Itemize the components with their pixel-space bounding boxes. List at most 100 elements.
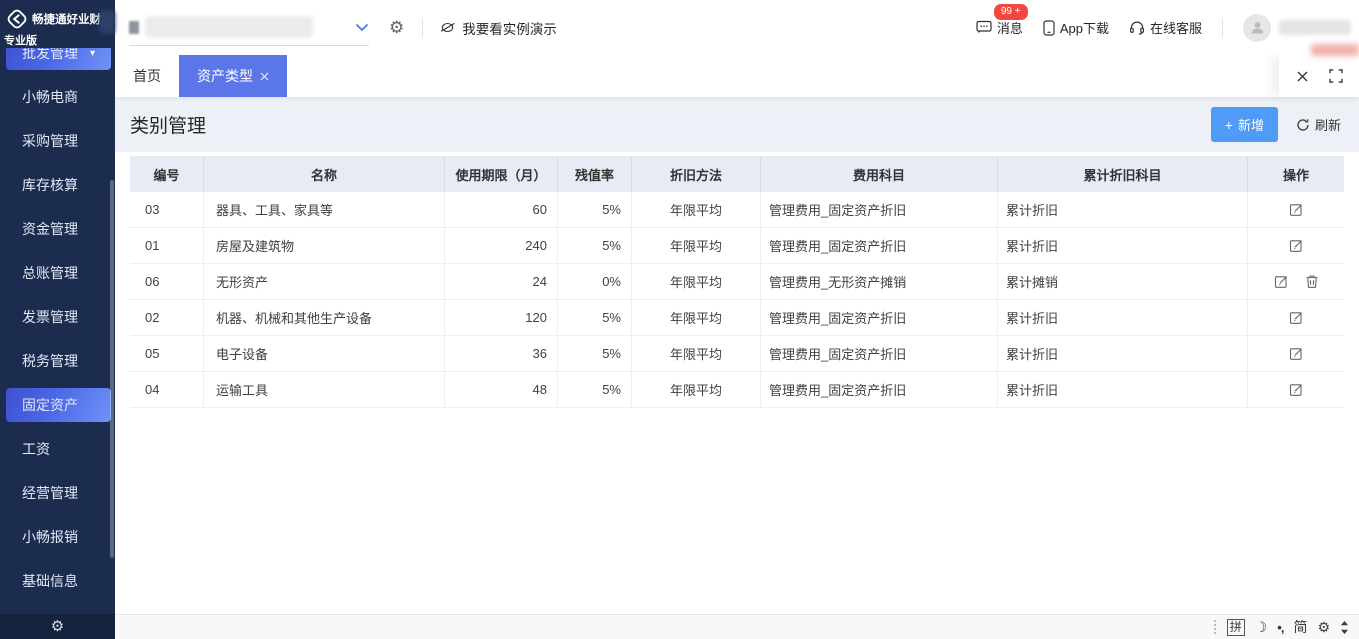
- refresh-button-label: 刷新: [1314, 118, 1341, 133]
- sidebar-item-label: 资金管理: [22, 221, 78, 237]
- sidebar-item-label: 库存核算: [22, 177, 78, 193]
- column-header: 累计折旧科目: [998, 156, 1248, 192]
- sidebar-item-label: 总账管理: [22, 265, 78, 281]
- ime-halfwidth-moon-icon[interactable]: ☽: [1255, 620, 1268, 634]
- cell-actions: [1248, 336, 1344, 371]
- cell-name: 房屋及建筑物: [204, 228, 445, 263]
- online-service-label: 在线客服: [1149, 21, 1202, 36]
- tab-close-icon[interactable]: [260, 72, 269, 81]
- cell-method: 年限平均: [632, 336, 761, 371]
- sidebar-item-label: 经营管理: [22, 485, 78, 501]
- sidebar-item[interactable]: 工资: [0, 427, 115, 471]
- org-selector[interactable]: [129, 10, 369, 46]
- sidebar-item[interactable]: 基础信息: [0, 559, 115, 603]
- ime-toolbar: 拼 ☽ •, 简 ⚙: [1213, 618, 1349, 636]
- sidebar-item[interactable]: 税务管理: [0, 339, 115, 383]
- refresh-icon: [1296, 118, 1310, 132]
- cell-method: 年限平均: [632, 192, 761, 227]
- sidebar-item[interactable]: 小畅报销: [0, 515, 115, 559]
- edit-icon[interactable]: [1274, 274, 1289, 289]
- ime-drag-handle[interactable]: [1213, 620, 1217, 634]
- divider: [422, 17, 424, 38]
- phone-icon: [1043, 19, 1055, 36]
- brand-edition: 专业版: [4, 35, 37, 47]
- plus-icon: +: [1224, 116, 1233, 133]
- ime-punctuation-icon[interactable]: •,: [1277, 620, 1284, 635]
- edit-icon[interactable]: [1289, 310, 1304, 325]
- messages-link[interactable]: 99 + 消息: [976, 2, 1030, 37]
- table-row: 06 无形资产 24 0% 年限平均 管理费用_无形资产摊销 累计摊销: [130, 264, 1344, 300]
- tab-label: 首页: [133, 68, 161, 84]
- table-row: 02 机器、机械和其他生产设备 120 5% 年限平均 管理费用_固定资产折旧 累计折旧: [130, 300, 1344, 336]
- refresh-button[interactable]: 刷新: [1296, 115, 1341, 134]
- sidebar-item-label: 税务管理: [22, 353, 78, 369]
- cell-rate: 5%: [558, 336, 632, 371]
- sidebar-settings-gear-icon[interactable]: ⚙: [51, 619, 64, 634]
- chevron-down-icon[interactable]: [355, 23, 369, 32]
- sidebar-menu: 批发管理 ▾ 小畅电商 采购管理 库存核算 资金管理 总账管理 发票管理 税务管理 固定资产 工资经…: [0, 31, 115, 603]
- cell-expense: 管理费用_固定资产折旧: [761, 336, 998, 371]
- ime-pinyin-indicator[interactable]: 拼: [1226, 618, 1245, 636]
- user-menu[interactable]: [1243, 13, 1351, 42]
- cell-actions: [1248, 372, 1344, 407]
- cell-months: 24: [445, 264, 558, 299]
- add-button-label: 新增: [1237, 118, 1264, 133]
- sidebar-item[interactable]: 库存核算: [0, 163, 115, 207]
- cell-method: 年限平均: [632, 300, 761, 335]
- sidebar-item[interactable]: 经营管理: [0, 471, 115, 515]
- column-header: 操作: [1282, 167, 1309, 183]
- cell-code: 05: [130, 336, 204, 371]
- ime-expand-collapse-icon[interactable]: [1340, 620, 1349, 634]
- cell-method: 年限平均: [632, 264, 761, 299]
- fullscreen-icon[interactable]: [1328, 69, 1343, 83]
- edit-icon[interactable]: [1289, 382, 1304, 397]
- sidebar-item-label: 小畅报销: [22, 529, 78, 545]
- sidebar-item-label: 固定资产: [22, 397, 78, 413]
- sidebar-item[interactable]: 总账管理: [0, 251, 115, 295]
- edit-icon[interactable]: [1289, 202, 1304, 217]
- table-body: 03 器具、工具、家具等 60 5% 年限平均 管理费用_固定资产折旧 累计折旧 01 房屋及建…: [130, 192, 1344, 408]
- message-bubble-icon: [976, 20, 992, 35]
- demo-link[interactable]: 我要看实例演示: [439, 18, 557, 38]
- cell-months: 60: [445, 192, 558, 227]
- cell-rate: 0%: [558, 264, 632, 299]
- sidebar-item[interactable]: 发票管理: [0, 295, 115, 339]
- cell-actions: [1248, 228, 1344, 263]
- edit-icon[interactable]: [1289, 238, 1304, 253]
- cell-name: 器具、工具、家具等: [204, 192, 445, 227]
- sidebar-item-label: 基础信息: [22, 573, 78, 589]
- cell-code: 02: [130, 300, 204, 335]
- cell-expense: 管理费用_固定资产折旧: [761, 300, 998, 335]
- online-service-link[interactable]: 在线客服: [1129, 18, 1202, 37]
- content-area: 编号 名称 使用期限（月） 残值率 折旧方法 费用科目 累计折旧科目 操作 03 器具、工具、家…: [115, 152, 1359, 614]
- sidebar-item[interactable]: 小畅电商: [0, 75, 115, 119]
- sidebar-item-active[interactable]: 固定资产: [0, 383, 115, 427]
- bottom-bar: 拼 ☽ •, 简 ⚙: [115, 614, 1359, 639]
- app-window: 畅捷通好业财 专业版 批发管理 ▾ 小畅电商 采购管理 库存核算 资金管理 总账管理 发票管理…: [0, 0, 1359, 639]
- sidebar-item-label: 采购管理: [22, 133, 78, 149]
- ime-simplified-indicator[interactable]: 简: [1293, 620, 1307, 634]
- redaction-blur: [1311, 44, 1359, 56]
- sidebar-item[interactable]: 采购管理: [0, 119, 115, 163]
- settings-gear-icon[interactable]: ⚙: [389, 19, 404, 36]
- topbar: ⚙ 我要看实例演示 99 + 消息 App下载 在线客服: [115, 0, 1359, 56]
- close-all-tabs-icon[interactable]: [1296, 70, 1309, 83]
- app-download-link[interactable]: App下载: [1043, 18, 1109, 37]
- delete-icon[interactable]: [1305, 274, 1319, 289]
- sidebar-scrollbar[interactable]: [110, 180, 114, 558]
- column-header: 残值率: [558, 156, 632, 192]
- add-button[interactable]: + 新增: [1210, 107, 1278, 142]
- cell-accum: 累计折旧: [998, 372, 1248, 407]
- tabs: 首页 资产类型: [115, 55, 1359, 97]
- cell-months: 120: [445, 300, 558, 335]
- sidebar-item[interactable]: 资金管理: [0, 207, 115, 251]
- edit-icon[interactable]: [1289, 346, 1304, 361]
- cell-code: 04: [130, 372, 204, 407]
- page-header: 类别管理 + 新增 刷新: [115, 97, 1359, 152]
- page-title: 类别管理: [130, 116, 207, 137]
- cell-name: 机器、机械和其他生产设备: [204, 300, 445, 335]
- tab-0[interactable]: 首页: [115, 55, 179, 97]
- tab-1[interactable]: 资产类型: [179, 55, 287, 97]
- ime-settings-gear-icon[interactable]: ⚙: [1317, 620, 1330, 634]
- cell-accum: 累计折旧: [998, 300, 1248, 335]
